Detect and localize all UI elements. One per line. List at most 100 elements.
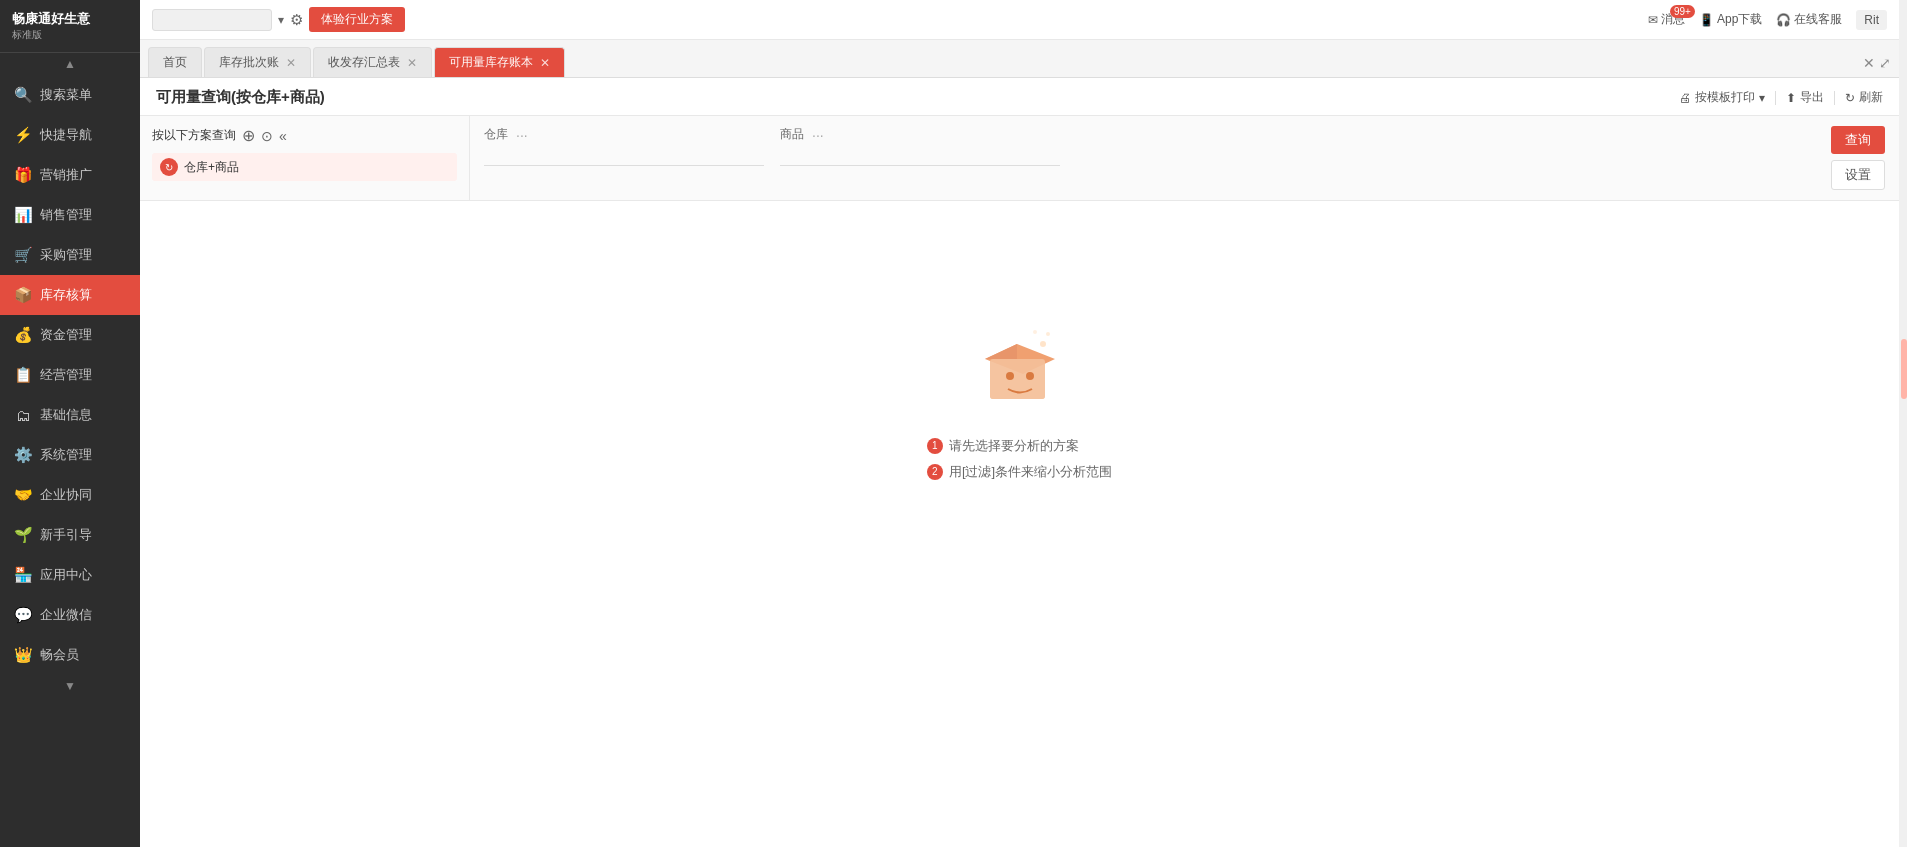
svg-marker-2 (985, 344, 1017, 359)
finance-icon: 💰 (14, 326, 32, 344)
message-button[interactable]: ✉ 消息 99+ (1648, 11, 1685, 28)
warehouse-more-button[interactable]: ··· (516, 127, 528, 143)
schema-icon: ↻ (160, 158, 178, 176)
sales-icon: 📊 (14, 206, 32, 224)
logo-title: 畅康通好生意 (12, 10, 128, 28)
sidebar-item-label: 畅会员 (40, 646, 79, 664)
sidebar-item-member[interactable]: 👑 畅会员 (0, 635, 140, 675)
add-schema-button[interactable]: ⊕ (242, 126, 255, 145)
print-label: 按模板打印 (1695, 89, 1755, 106)
basic-icon: 🗂 (14, 406, 32, 424)
sidebar-item-appstore[interactable]: 🏪 应用中心 (0, 555, 140, 595)
tab-batch-close[interactable]: ✕ (286, 56, 296, 70)
svg-point-4 (1006, 372, 1014, 380)
tab-home[interactable]: 首页 (148, 47, 202, 77)
service-label: 在线客服 (1794, 11, 1842, 28)
online-service-button[interactable]: 🎧 在线客服 (1776, 11, 1842, 28)
sidebar-item-inventory[interactable]: 📦 库存核算 (0, 275, 140, 315)
newbie-icon: 🌱 (14, 526, 32, 544)
sidebar-item-basic[interactable]: 🗂 基础信息 (0, 395, 140, 435)
message-badge: 99+ (1670, 5, 1695, 18)
sidebar-item-label: 新手引导 (40, 526, 92, 544)
sidebar-item-label: 采购管理 (40, 246, 92, 264)
tip-number-2: 2 (927, 464, 943, 480)
svg-point-6 (1040, 341, 1046, 347)
sidebar-item-purchase[interactable]: 🛒 采购管理 (0, 235, 140, 275)
sidebar-item-label: 应用中心 (40, 566, 92, 584)
dropdown-arrow-icon[interactable]: ▾ (278, 13, 284, 27)
export-button[interactable]: ⬆ 导出 (1786, 89, 1824, 106)
trial-industry-button[interactable]: 体验行业方案 (309, 7, 405, 32)
printer-icon: 🖨 (1679, 91, 1691, 105)
print-dropdown-icon[interactable]: ▾ (1759, 91, 1765, 105)
enterprise-icon: 🤝 (14, 486, 32, 504)
headset-icon: 🎧 (1776, 13, 1791, 27)
warehouse-label: 仓库 (484, 126, 508, 143)
export-label: 导出 (1800, 89, 1824, 106)
print-template-button[interactable]: 🖨 按模板打印 ▾ (1679, 89, 1765, 106)
sidebar-item-label: 库存核算 (40, 286, 92, 304)
scroll-up-arrow[interactable]: ▲ (0, 53, 140, 75)
sidebar-item-label: 系统管理 (40, 446, 92, 464)
filter-header: 按以下方案查询 ⊕ ⊙ « (152, 126, 457, 145)
page-content: 可用量查询(按仓库+商品) 🖨 按模板打印 ▾ ⬆ 导出 ↻ 刷新 (140, 78, 1899, 847)
tab-receive-close[interactable]: ✕ (407, 56, 417, 70)
edit-schema-button[interactable]: ⊙ (261, 128, 273, 144)
sidebar-item-label: 搜索菜单 (40, 86, 92, 104)
schema-item-warehouse-product[interactable]: ↻ 仓库+商品 (152, 153, 457, 181)
filter-right-panel: 仓库 ··· 商品 ··· 查询 设置 (470, 116, 1899, 200)
settings-button[interactable]: 设置 (1831, 160, 1885, 190)
tip-text-2: 用[过滤]条件来缩小分析范围 (949, 463, 1112, 481)
marketing-icon: 🎁 (14, 166, 32, 184)
tab-available[interactable]: 可用量库存账本 ✕ (434, 47, 565, 77)
collapse-filter-button[interactable]: « (279, 128, 287, 144)
product-more-button[interactable]: ··· (812, 127, 824, 143)
message-icon: ✉ (1648, 13, 1658, 27)
sidebar-item-search[interactable]: 🔍 搜索菜单 (0, 75, 140, 115)
app-download-button[interactable]: 📱 App下载 (1699, 11, 1762, 28)
right-edge-bar (1901, 339, 1907, 399)
sidebar-item-operations[interactable]: 📋 经营管理 (0, 355, 140, 395)
sidebar: 畅康通好生意 标准版 ▲ 🔍 搜索菜单 ⚡ 快捷导航 🎁 营销推广 📊 销售管理… (0, 0, 140, 847)
sidebar-item-finance[interactable]: 💰 资金管理 (0, 315, 140, 355)
product-input[interactable] (780, 147, 1060, 166)
sidebar-item-marketing[interactable]: 🎁 营销推广 (0, 155, 140, 195)
tab-available-close[interactable]: ✕ (540, 56, 550, 70)
sidebar-logo: 畅康通好生意 标准版 (0, 0, 140, 53)
shortcut-icon: ⚡ (14, 126, 32, 144)
gear-icon[interactable]: ⚙ (290, 11, 303, 29)
filter-section: 按以下方案查询 ⊕ ⊙ « ↻ 仓库+商品 仓库 ··· (140, 116, 1899, 201)
tip-number-1: 1 (927, 438, 943, 454)
tab-batch-label: 库存批次账 (219, 54, 279, 71)
sidebar-item-system[interactable]: ⚙️ 系统管理 (0, 435, 140, 475)
product-label: 商品 (780, 126, 804, 143)
refresh-button[interactable]: ↻ 刷新 (1845, 89, 1883, 106)
tip-item-2: 2 用[过滤]条件来缩小分析范围 (927, 463, 1112, 481)
expand-window-button[interactable]: ⤢ (1879, 55, 1891, 71)
sidebar-item-sales[interactable]: 📊 销售管理 (0, 195, 140, 235)
operations-icon: 📋 (14, 366, 32, 384)
sidebar-item-newbie[interactable]: 🌱 新手引导 (0, 515, 140, 555)
warehouse-input[interactable] (484, 147, 764, 166)
page-header: 可用量查询(按仓库+商品) 🖨 按模板打印 ▾ ⬆ 导出 ↻ 刷新 (140, 78, 1899, 116)
topbar-search-input[interactable] (152, 9, 272, 31)
sidebar-item-wechat[interactable]: 💬 企业微信 (0, 595, 140, 635)
filter-header-label: 按以下方案查询 (152, 127, 236, 144)
sidebar-item-enterprise[interactable]: 🤝 企业协同 (0, 475, 140, 515)
export-icon: ⬆ (1786, 91, 1796, 105)
scroll-down-arrow[interactable]: ▼ (0, 675, 140, 697)
main-area: ▾ ⚙ 体验行业方案 ✉ 消息 99+ 📱 App下载 🎧 在线客服 Rit (140, 0, 1899, 847)
close-window-button[interactable]: ✕ (1863, 55, 1875, 71)
user-profile-button[interactable]: Rit (1856, 10, 1887, 30)
phone-icon: 📱 (1699, 13, 1714, 27)
appstore-icon: 🏪 (14, 566, 32, 584)
filter-left-panel: 按以下方案查询 ⊕ ⊙ « ↻ 仓库+商品 (140, 116, 470, 200)
sidebar-item-shortcut[interactable]: ⚡ 快捷导航 (0, 115, 140, 155)
query-button[interactable]: 查询 (1831, 126, 1885, 154)
tab-receive[interactable]: 收发存汇总表 ✕ (313, 47, 432, 77)
tab-batch[interactable]: 库存批次账 ✕ (204, 47, 311, 77)
sidebar-item-label: 销售管理 (40, 206, 92, 224)
page-header-actions: 🖨 按模板打印 ▾ ⬆ 导出 ↻ 刷新 (1679, 89, 1883, 106)
sidebar-menu: ▲ 🔍 搜索菜单 ⚡ 快捷导航 🎁 营销推广 📊 销售管理 🛒 采购管理 📦 库… (0, 53, 140, 847)
tab-home-label: 首页 (163, 54, 187, 71)
